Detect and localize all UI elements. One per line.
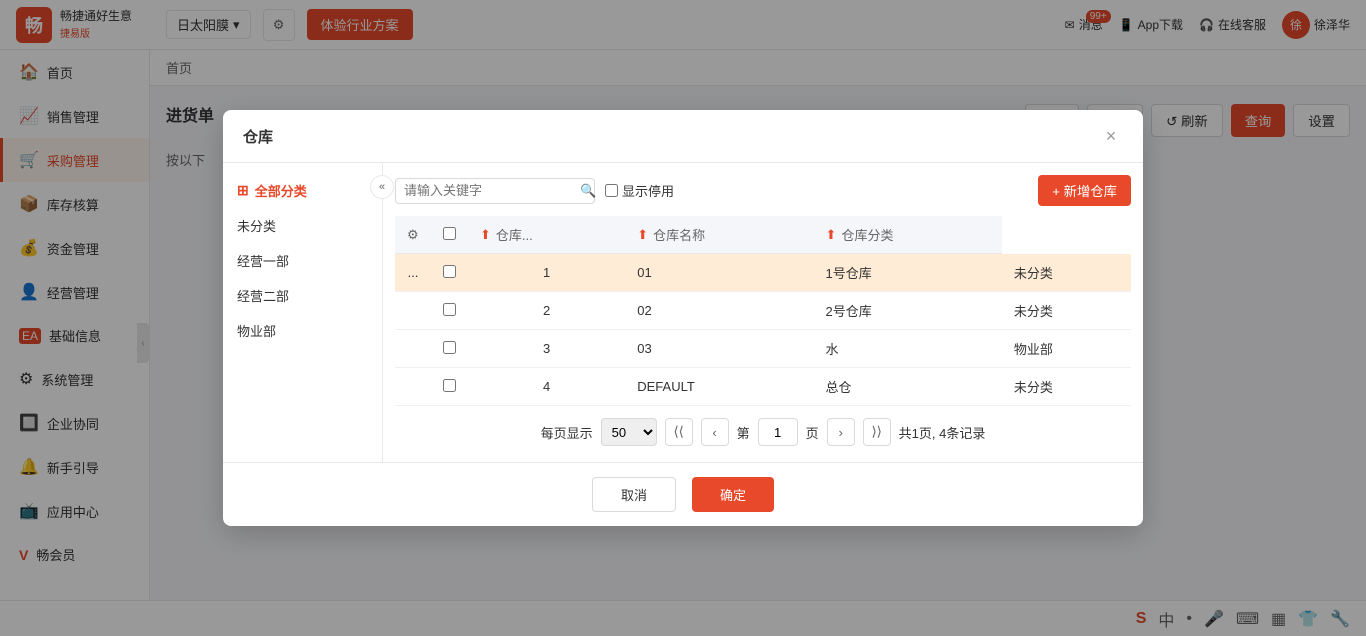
row-check-1[interactable]	[431, 254, 468, 292]
row-index-2: 2	[468, 292, 625, 330]
table-body: ... 1 01 1号仓库 未分类 2 02 2号仓库	[395, 254, 1131, 406]
row-check-3[interactable]	[431, 330, 468, 368]
page-number-input[interactable]	[758, 418, 798, 446]
per-page-select[interactable]: 50 20 100	[601, 418, 657, 446]
table-row[interactable]: 2 02 2号仓库 未分类	[395, 292, 1131, 330]
category-panel: ⊞ 全部分类 未分类 经营一部 经营二部 物业部 «	[223, 163, 383, 462]
sort-icon-category: ⬆	[826, 227, 837, 243]
row-index-1: 1	[468, 254, 625, 292]
select-all-checkbox[interactable]	[443, 227, 456, 240]
table-toolbar: 🔍 显示停用 + 新增仓库	[395, 175, 1131, 206]
row-category-3: 物业部	[1002, 330, 1131, 368]
page-first-button[interactable]: ⟨⟨	[665, 418, 693, 446]
category-header[interactable]: ⊞ 全部分类	[223, 173, 382, 208]
row-gear-3	[395, 330, 431, 368]
sort-icon-name: ⬆	[637, 227, 648, 243]
row-index-4: 4	[468, 368, 625, 406]
table-row[interactable]: 3 03 水 物业部	[395, 330, 1131, 368]
category-header-label: 全部分类	[255, 181, 307, 200]
page-next-button[interactable]: ›	[827, 418, 855, 446]
search-box: 🔍	[395, 178, 595, 204]
row-code-4: DEFAULT	[625, 368, 813, 406]
category-item-property[interactable]: 物业部	[223, 313, 382, 348]
row-category-4: 未分类	[1002, 368, 1131, 406]
modal-header: 仓库 ×	[223, 110, 1143, 163]
row-category-1: 未分类	[1002, 254, 1131, 292]
th-gear: ⚙	[395, 216, 431, 254]
table-header-row: ⚙ ⬆ 仓库...	[395, 216, 1131, 254]
show-disabled-checkbox[interactable]	[605, 184, 618, 197]
warehouse-modal: 仓库 × ⊞ 全部分类 未分类 经营一部 经营二部 物业部 «	[223, 110, 1143, 526]
show-disabled-label[interactable]: 显示停用	[605, 181, 674, 200]
category-collapse-button[interactable]: «	[370, 175, 394, 199]
row-check-4[interactable]	[431, 368, 468, 406]
modal-title: 仓库	[243, 126, 273, 147]
add-warehouse-button[interactable]: + 新增仓库	[1038, 175, 1131, 206]
row-name-2: 2号仓库	[814, 292, 1002, 330]
sort-icon-code: ⬆	[480, 227, 491, 243]
page-label: 第	[737, 423, 750, 442]
table-panel: 🔍 显示停用 + 新增仓库 ⚙	[383, 163, 1143, 462]
table-row[interactable]: 4 DEFAULT 总仓 未分类	[395, 368, 1131, 406]
th-name-label: 仓库名称	[653, 225, 705, 244]
category-item-ops1[interactable]: 经营一部	[223, 243, 382, 278]
th-code: ⬆ 仓库...	[468, 216, 625, 254]
cancel-button[interactable]: 取消	[592, 477, 676, 512]
category-item-unclassified[interactable]: 未分类	[223, 208, 382, 243]
show-disabled-text: 显示停用	[622, 181, 674, 200]
page-prev-button[interactable]: ‹	[701, 418, 729, 446]
search-input[interactable]	[404, 183, 580, 198]
row-name-4: 总仓	[814, 368, 1002, 406]
confirm-button[interactable]: 确定	[692, 477, 774, 512]
warehouse-table: ⚙ ⬆ 仓库...	[395, 216, 1131, 406]
row-name-3: 水	[814, 330, 1002, 368]
th-category: ⬆ 仓库分类	[814, 216, 1002, 254]
page-last-button[interactable]: ⟩⟩	[863, 418, 891, 446]
row-code-1: 01	[625, 254, 813, 292]
row-gear-1: ...	[395, 254, 431, 292]
search-icon: 🔍	[580, 183, 596, 199]
th-name: ⬆ 仓库名称	[625, 216, 813, 254]
table-row[interactable]: ... 1 01 1号仓库 未分类	[395, 254, 1131, 292]
row-gear-4	[395, 368, 431, 406]
page-suffix: 页	[806, 423, 819, 442]
row-code-2: 02	[625, 292, 813, 330]
row-name-1: 1号仓库	[814, 254, 1002, 292]
row-gear-2	[395, 292, 431, 330]
modal-footer: 取消 确定	[223, 462, 1143, 526]
row-check-2[interactable]	[431, 292, 468, 330]
pagination-bar: 每页显示 50 20 100 ⟨⟨ ‹ 第 页 › ⟩⟩ 共1页, 4条记录	[395, 406, 1131, 450]
modal-overlay[interactable]: 仓库 × ⊞ 全部分类 未分类 经营一部 经营二部 物业部 «	[0, 0, 1366, 636]
row-category-2: 未分类	[1002, 292, 1131, 330]
row-index-3: 3	[468, 330, 625, 368]
total-text: 共1页, 4条记录	[899, 423, 986, 442]
row-code-3: 03	[625, 330, 813, 368]
category-item-ops2[interactable]: 经营二部	[223, 278, 382, 313]
modal-body: ⊞ 全部分类 未分类 经营一部 经营二部 物业部 « 🔍	[223, 163, 1143, 462]
grid-icon: ⊞	[237, 182, 249, 199]
settings-icon: ⚙	[407, 227, 419, 242]
modal-close-button[interactable]: ×	[1099, 124, 1123, 148]
th-code-label: 仓库...	[496, 225, 533, 244]
th-category-label: 仓库分类	[841, 225, 893, 244]
per-page-label: 每页显示	[541, 423, 593, 442]
th-checkbox	[431, 216, 468, 254]
